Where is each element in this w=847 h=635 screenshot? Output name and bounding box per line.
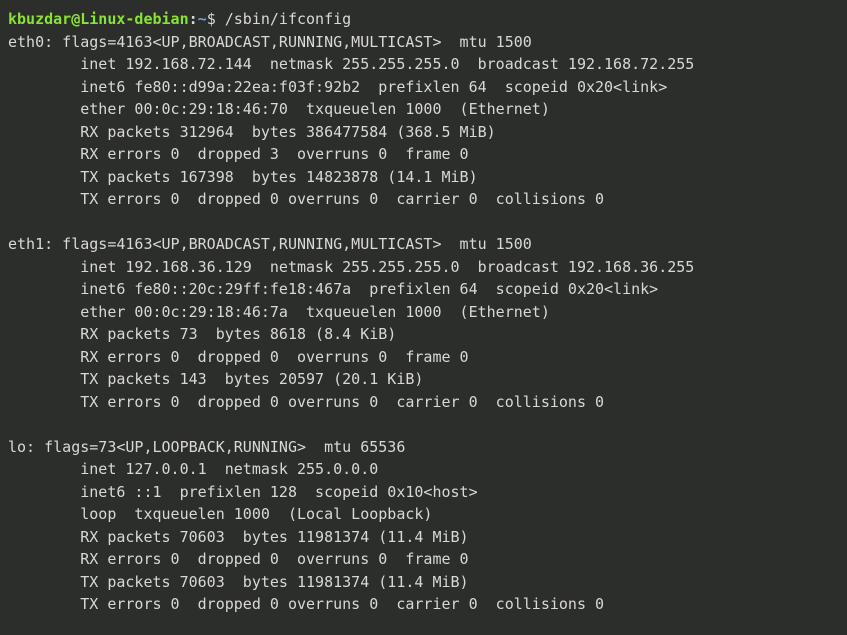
prompt-path: ~	[198, 10, 207, 28]
lo-inet6: inet6 ::1 prefixlen 128 scopeid 0x10<hos…	[8, 481, 839, 504]
eth0-inet: inet 192.168.72.144 netmask 255.255.255.…	[8, 53, 839, 76]
eth1-ether: ether 00:0c:29:18:46:7a txqueuelen 1000 …	[8, 301, 839, 324]
eth0-rx-packets: RX packets 312964 bytes 386477584 (368.5…	[8, 121, 839, 144]
lo-rx-errors: RX errors 0 dropped 0 overruns 0 frame 0	[8, 548, 839, 571]
eth0-rx-errors: RX errors 0 dropped 3 overruns 0 frame 0	[8, 143, 839, 166]
eth1-rx-errors: RX errors 0 dropped 0 overruns 0 frame 0	[8, 346, 839, 369]
eth1-header: eth1: flags=4163<UP,BROADCAST,RUNNING,MU…	[8, 233, 839, 256]
prompt-user-host: kbuzdar@Linux-debian	[8, 10, 189, 28]
eth0-tx-errors: TX errors 0 dropped 0 overruns 0 carrier…	[8, 188, 839, 211]
prompt-colon: :	[189, 10, 198, 28]
eth1-rx-packets: RX packets 73 bytes 8618 (8.4 KiB)	[8, 323, 839, 346]
lo-header: lo: flags=73<UP,LOOPBACK,RUNNING> mtu 65…	[8, 436, 839, 459]
lo-tx-errors: TX errors 0 dropped 0 overruns 0 carrier…	[8, 593, 839, 616]
eth0-inet6: inet6 fe80::d99a:22ea:f03f:92b2 prefixle…	[8, 76, 839, 99]
eth1-tx-packets: TX packets 143 bytes 20597 (20.1 KiB)	[8, 368, 839, 391]
eth1-inet6: inet6 fe80::20c:29ff:fe18:467a prefixlen…	[8, 278, 839, 301]
terminal-prompt-line[interactable]: kbuzdar@Linux-debian:~$ /sbin/ifconfig	[8, 8, 839, 31]
lo-tx-packets: TX packets 70603 bytes 11981374 (11.4 Mi…	[8, 571, 839, 594]
lo-rx-packets: RX packets 70603 bytes 11981374 (11.4 Mi…	[8, 526, 839, 549]
lo-loop: loop txqueuelen 1000 (Local Loopback)	[8, 503, 839, 526]
blank-line	[8, 211, 839, 234]
eth1-tx-errors: TX errors 0 dropped 0 overruns 0 carrier…	[8, 391, 839, 414]
lo-inet: inet 127.0.0.1 netmask 255.0.0.0	[8, 458, 839, 481]
eth0-header: eth0: flags=4163<UP,BROADCAST,RUNNING,MU…	[8, 31, 839, 54]
eth1-inet: inet 192.168.36.129 netmask 255.255.255.…	[8, 256, 839, 279]
blank-line	[8, 413, 839, 436]
command-text: /sbin/ifconfig	[225, 10, 351, 28]
eth0-ether: ether 00:0c:29:18:46:70 txqueuelen 1000 …	[8, 98, 839, 121]
prompt-dollar: $	[207, 10, 225, 28]
eth0-tx-packets: TX packets 167398 bytes 14823878 (14.1 M…	[8, 166, 839, 189]
